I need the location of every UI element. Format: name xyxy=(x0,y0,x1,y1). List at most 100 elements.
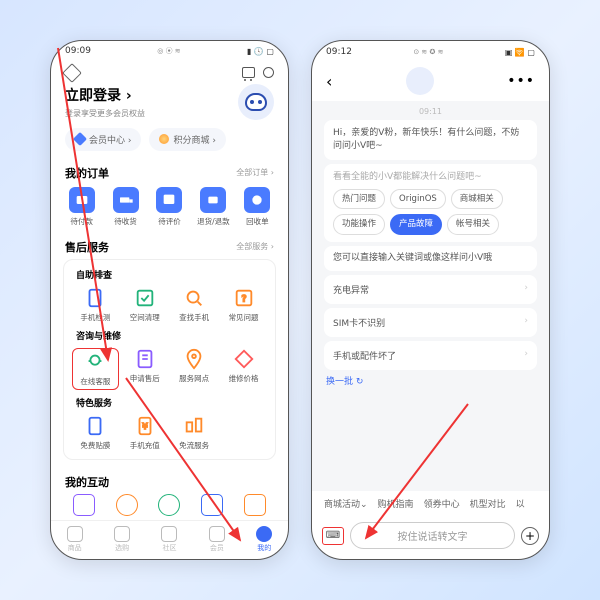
svg-text:¥: ¥ xyxy=(142,420,147,430)
chevron-right-icon: › xyxy=(524,349,528,362)
voice-input[interactable]: 按住说话转文字 xyxy=(350,522,515,549)
q-sim[interactable]: SIM卡不识别› xyxy=(324,308,537,337)
plus-icon[interactable]: + xyxy=(521,527,539,545)
chevron-right-icon: › xyxy=(524,283,528,296)
avatar[interactable] xyxy=(238,84,274,120)
quick-chips: 会员中心 › 积分商城 › xyxy=(51,128,288,159)
after-all[interactable]: 全部服务 › xyxy=(236,241,274,252)
topic-activity[interactable]: 商城活动⌄ xyxy=(324,497,368,510)
chevron-right-icon: › xyxy=(524,316,528,329)
login-title: 立即登录 › xyxy=(65,85,145,105)
chip-points[interactable]: 积分商城 › xyxy=(149,128,225,151)
tag-mall[interactable]: 商城相关 xyxy=(451,189,503,209)
svc-faq[interactable]: ?常见问题 xyxy=(220,287,267,323)
bubble-hint2: 您可以直接输入关键词或像这样问小V哦 xyxy=(324,246,537,271)
tab-buy[interactable]: 选购 xyxy=(114,526,130,553)
topic-scroll[interactable]: 商城活动⌄ 购机指南 领券中心 机型对比 以 xyxy=(312,491,549,516)
status-icons: ◎ ⦿ ≋ xyxy=(157,46,180,56)
status-time: 09:09 xyxy=(65,46,91,56)
robot-icon xyxy=(245,93,267,111)
orders-all[interactable]: 全部订单 › xyxy=(236,167,274,178)
after-card: 自助排查 手机检测 空间清理 查找手机 ?常见问题 咨询与维修 在线客服 申请售… xyxy=(63,259,276,460)
tag-hot[interactable]: 热门问题 xyxy=(333,189,385,209)
after-g2-title: 咨询与维修 xyxy=(68,327,271,346)
heart-icon xyxy=(67,526,83,542)
coin-icon xyxy=(159,134,169,144)
order-recycle[interactable]: 回收单 xyxy=(237,187,278,227)
svc-location[interactable]: 服务网点 xyxy=(171,348,218,390)
messages-icon[interactable] xyxy=(263,67,274,78)
status-time: 09:12 xyxy=(326,47,352,57)
back-icon[interactable]: ‹ xyxy=(326,72,332,91)
section-inter: 我的互动 xyxy=(51,468,288,492)
inter-2[interactable] xyxy=(116,494,138,516)
refresh-link[interactable]: 换一批 ↻ xyxy=(326,374,535,387)
globe-icon xyxy=(161,526,177,542)
status-icons: ⊙ ≋ ✪ ≋ xyxy=(413,48,443,56)
order-shipping[interactable]: 待收货 xyxy=(105,187,146,227)
order-pending-pay[interactable]: 待付款 xyxy=(61,187,102,227)
bubble-greeting: Hi，亲爱的V粉，新年快乐！有什么问题，不妨问问小V吧~ xyxy=(324,120,537,160)
settings-icon[interactable] xyxy=(62,63,82,83)
orders-row: 待付款 待收货 待评价 退货/退款 回收单 xyxy=(51,183,288,233)
status-right: ▣ 🛜 ▢ xyxy=(505,48,535,57)
diamond-icon xyxy=(209,526,225,542)
order-review[interactable]: 待评价 xyxy=(149,187,190,227)
topic-coupon[interactable]: 领券中心 xyxy=(424,497,460,510)
chat-header: ‹ ••• xyxy=(312,63,549,101)
svc-apply[interactable]: 申请售后 xyxy=(121,348,168,390)
q-broken[interactable]: 手机或配件坏了› xyxy=(324,341,537,370)
q-charging[interactable]: 充电异常› xyxy=(324,275,537,304)
svc-online-cs[interactable]: 在线客服 xyxy=(72,348,119,390)
tag-func[interactable]: 功能操作 xyxy=(333,214,385,234)
after-g3-title: 特色服务 xyxy=(68,394,271,413)
section-after: 售后服务全部服务 › xyxy=(51,233,288,257)
phone-left: 09:09 ◎ ⦿ ≋ ▮ 🕓 ▢ 立即登录 › 登录享受更多会员权益 会员中心… xyxy=(50,40,289,560)
svc-price[interactable]: 维修价格 xyxy=(220,348,267,390)
topic-guide[interactable]: 购机指南 xyxy=(378,497,414,510)
svg-text:?: ? xyxy=(241,293,246,304)
top-controls xyxy=(51,62,288,82)
inter-1[interactable] xyxy=(73,494,95,516)
svc-recharge[interactable]: ¥手机充值 xyxy=(121,415,168,451)
status-bar: 09:12 ⊙ ≋ ✪ ≋ ▣ 🛜 ▢ xyxy=(312,41,549,63)
tag-os[interactable]: OriginOS xyxy=(390,189,446,209)
cart-icon[interactable] xyxy=(242,67,255,78)
diamond-icon xyxy=(73,132,87,146)
bag-icon xyxy=(114,526,130,542)
inter-4[interactable] xyxy=(201,494,223,516)
svc-data[interactable]: 免流服务 xyxy=(171,415,218,451)
login-subtitle: 登录享受更多会员权益 xyxy=(65,108,145,119)
tag-fault[interactable]: 产品故障 xyxy=(390,214,442,234)
tab-comm[interactable]: 社区 xyxy=(161,526,177,553)
status-bar: 09:09 ◎ ⦿ ≋ ▮ 🕓 ▢ xyxy=(51,41,288,62)
phone-right: 09:12 ⊙ ≋ ✪ ≋ ▣ 🛜 ▢ ‹ ••• 09:11 Hi，亲爱的V粉… xyxy=(311,40,550,560)
tab-member[interactable]: 会员 xyxy=(209,526,225,553)
order-refund[interactable]: 退货/退款 xyxy=(193,187,234,227)
tab-shop[interactable]: 商品 xyxy=(67,526,83,553)
section-orders: 我的订单全部订单 › xyxy=(51,159,288,183)
svc-clean[interactable]: 空间清理 xyxy=(121,287,168,323)
after-g1-title: 自助排查 xyxy=(68,266,271,285)
inter-row xyxy=(51,492,288,520)
login-block[interactable]: 立即登录 › 登录享受更多会员权益 xyxy=(51,82,288,128)
chat-body: 09:11 Hi，亲爱的V粉，新年快乐！有什么问题，不妨问问小V吧~ 看看全能的… xyxy=(312,101,549,491)
keyboard-icon[interactable]: ⌨ xyxy=(322,527,344,545)
topic-compare[interactable]: 机型对比 xyxy=(470,497,506,510)
svc-check[interactable]: 手机检测 xyxy=(72,287,119,323)
bubble-tags: 看看全能的小V都能解决什么问题吧~ 热门问题 OriginOS 商城相关 功能操… xyxy=(324,164,537,242)
chat-timestamp: 09:11 xyxy=(312,107,549,116)
input-bar: ⌨ 按住说话转文字 + xyxy=(312,516,549,559)
inter-5[interactable] xyxy=(244,494,266,516)
svc-find[interactable]: 查找手机 xyxy=(171,287,218,323)
svc-film[interactable]: 免费贴膜 xyxy=(72,415,119,451)
status-right: ▮ 🕓 ▢ xyxy=(247,47,274,56)
chip-member[interactable]: 会员中心 › xyxy=(65,128,141,151)
inter-3[interactable] xyxy=(158,494,180,516)
tab-mine[interactable]: 我的 xyxy=(256,526,272,553)
topic-cut[interactable]: 以 xyxy=(516,497,525,510)
tag-account[interactable]: 帐号相关 xyxy=(447,214,499,234)
tab-bar: 商品 选购 社区 会员 我的 xyxy=(51,520,288,559)
chat-avatar[interactable] xyxy=(406,67,434,95)
more-icon[interactable]: ••• xyxy=(507,73,535,89)
